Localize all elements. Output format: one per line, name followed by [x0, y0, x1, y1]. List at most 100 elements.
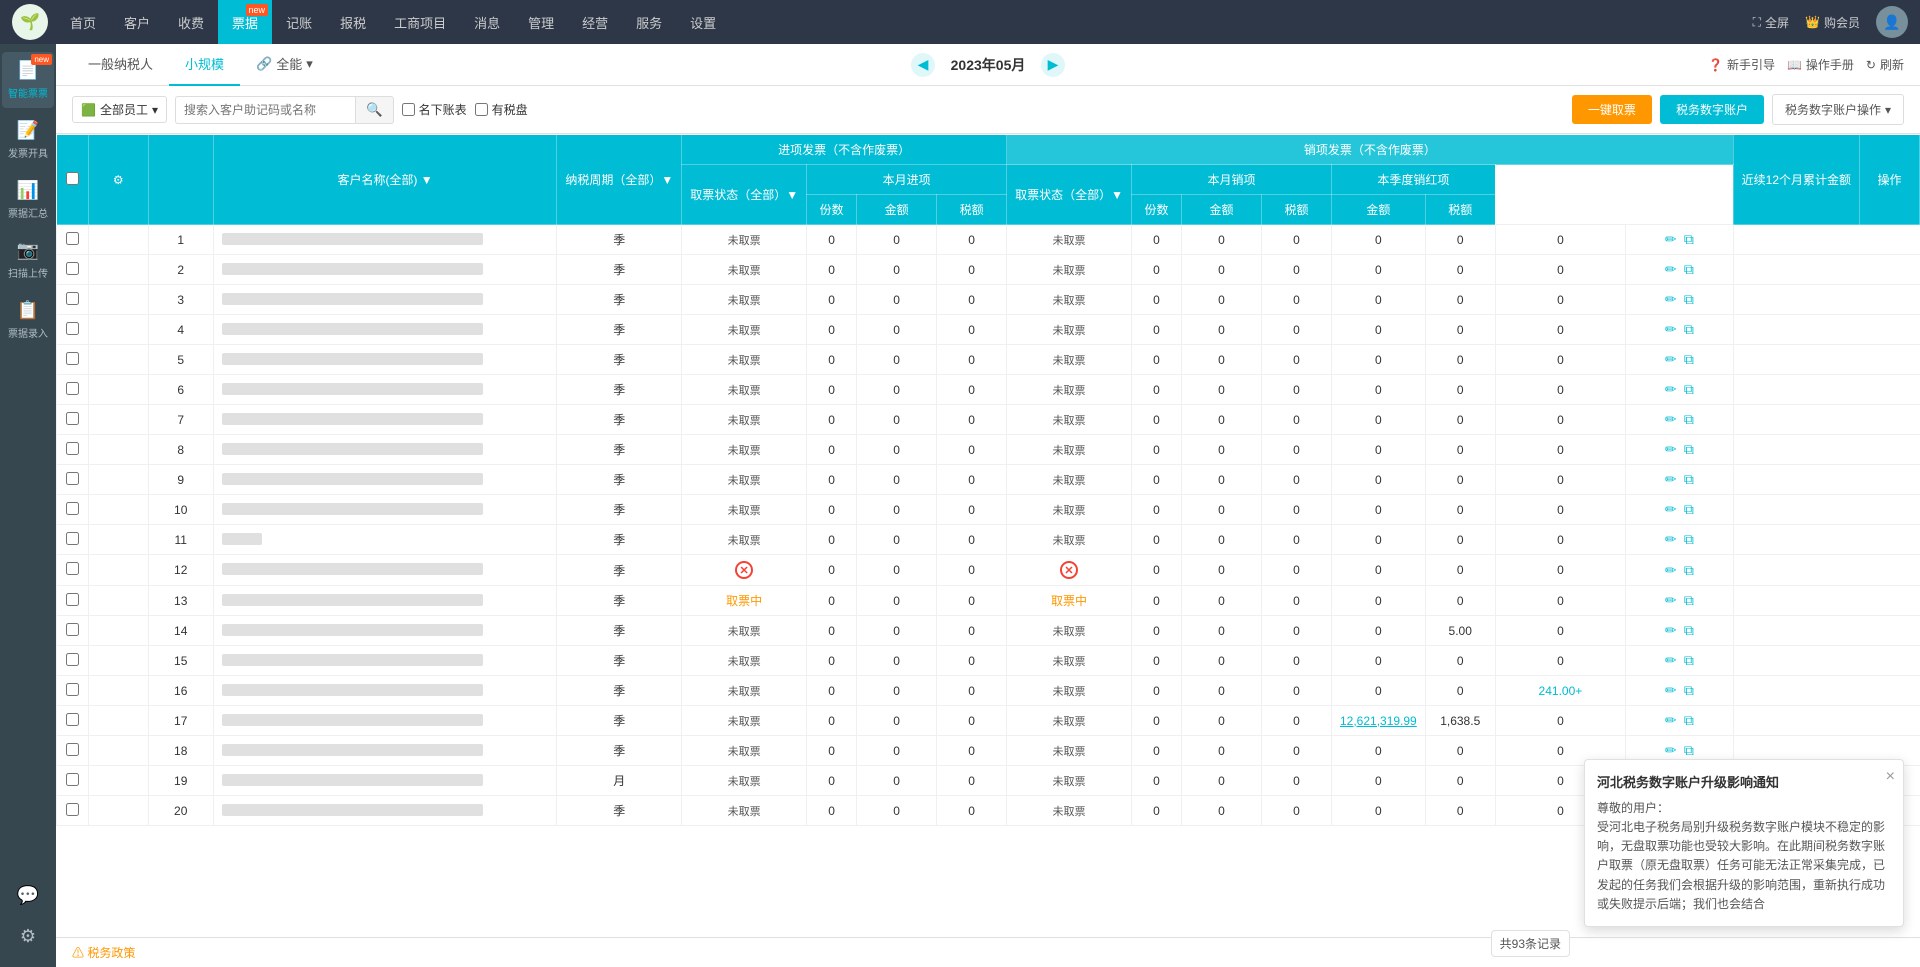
- row-checkbox[interactable]: [57, 255, 89, 285]
- sidebar-item-smart-ticket[interactable]: 📄 智能票票 new: [2, 52, 54, 108]
- sidebar-item-chat[interactable]: 💬: [2, 877, 54, 914]
- row-red-amt: 0: [1331, 616, 1425, 646]
- checkbox-account-table[interactable]: 名下账表: [402, 101, 467, 118]
- popup-close-btn[interactable]: ×: [1886, 768, 1895, 786]
- edit-icon[interactable]: ✏: [1665, 231, 1677, 247]
- edit-icon[interactable]: ✏: [1665, 381, 1677, 397]
- row-checkbox[interactable]: [57, 375, 89, 405]
- nav-tax[interactable]: 报税: [326, 0, 380, 44]
- edit-icon[interactable]: ✏: [1665, 351, 1677, 367]
- nav-operations[interactable]: 经营: [568, 0, 622, 44]
- copy-icon[interactable]: ⧉: [1684, 742, 1694, 758]
- nav-manage[interactable]: 管理: [514, 0, 568, 44]
- row-checkbox[interactable]: [57, 285, 89, 315]
- copy-icon[interactable]: ⧉: [1684, 592, 1694, 608]
- manual-btn[interactable]: 📖 操作手册: [1787, 56, 1854, 73]
- prev-month-btn[interactable]: ◀: [911, 53, 935, 77]
- row-checkbox[interactable]: [57, 315, 89, 345]
- edit-icon[interactable]: ✏: [1665, 712, 1677, 728]
- row-checkbox[interactable]: [57, 405, 89, 435]
- row-checkbox[interactable]: [57, 766, 89, 796]
- copy-icon[interactable]: ⧉: [1684, 351, 1694, 367]
- copy-icon[interactable]: ⧉: [1684, 712, 1694, 728]
- user-avatar[interactable]: 👤: [1876, 6, 1908, 38]
- copy-icon[interactable]: ⧉: [1684, 471, 1694, 487]
- sidebar-item-entry[interactable]: 📋 票据录入: [2, 292, 54, 348]
- copy-icon[interactable]: ⧉: [1684, 381, 1694, 397]
- edit-icon[interactable]: ✏: [1665, 531, 1677, 547]
- edit-icon[interactable]: ✏: [1665, 411, 1677, 427]
- new-guide-btn[interactable]: ❓ 新手引导: [1708, 56, 1775, 73]
- tax-digital-account-btn[interactable]: 税务数字账户: [1660, 95, 1764, 124]
- row-checkbox[interactable]: [57, 796, 89, 826]
- search-input[interactable]: [175, 96, 355, 124]
- nav-service[interactable]: 服务: [622, 0, 676, 44]
- edit-icon[interactable]: ✏: [1665, 501, 1677, 517]
- nav-fees[interactable]: 收费: [164, 0, 218, 44]
- table-header-row-1: ⚙ 客户名称(全部) ▼ 纳税周期（全部）▼ 进项发票（不含作废票） 销项发票（…: [57, 135, 1920, 165]
- edit-icon[interactable]: ✏: [1665, 742, 1677, 758]
- row-checkbox[interactable]: [57, 435, 89, 465]
- one-click-ticket-btn[interactable]: 一键取票: [1572, 95, 1652, 124]
- edit-icon[interactable]: ✏: [1665, 562, 1677, 578]
- tax-policy-link[interactable]: ⚠ 税务政策: [72, 944, 135, 961]
- row-checkbox[interactable]: [57, 616, 89, 646]
- nav-settings[interactable]: 设置: [676, 0, 730, 44]
- row-checkbox[interactable]: [57, 736, 89, 766]
- edit-icon[interactable]: ✏: [1665, 441, 1677, 457]
- tax-digital-ops-btn[interactable]: 税务数字账户操作 ▾: [1772, 94, 1904, 125]
- edit-icon[interactable]: ✏: [1665, 321, 1677, 337]
- copy-icon[interactable]: ⧉: [1684, 231, 1694, 247]
- sidebar-item-summary[interactable]: 📊 票据汇总: [2, 172, 54, 228]
- row-checkbox[interactable]: [57, 555, 89, 586]
- nav-business[interactable]: 工商项目: [380, 0, 460, 44]
- copy-icon[interactable]: ⧉: [1684, 682, 1694, 698]
- refresh-btn[interactable]: ↻ 刷新: [1866, 56, 1904, 73]
- nav-right-items: ⛶ 全屏 👑 购会员 👤: [1753, 6, 1908, 38]
- row-checkbox[interactable]: [57, 525, 89, 555]
- checkbox-tax-disk[interactable]: 有税盘: [475, 101, 528, 118]
- sidebar-item-scan[interactable]: 📷 扫描上传: [2, 232, 54, 288]
- next-month-btn[interactable]: ▶: [1041, 53, 1065, 77]
- copy-icon[interactable]: ⧉: [1684, 321, 1694, 337]
- copy-icon[interactable]: ⧉: [1684, 622, 1694, 638]
- select-all-checkbox[interactable]: [66, 172, 79, 185]
- sidebar-item-gear[interactable]: ⚙: [2, 918, 54, 955]
- nav-tickets[interactable]: 票据 new: [218, 0, 272, 44]
- copy-icon[interactable]: ⧉: [1684, 291, 1694, 307]
- row-checkbox[interactable]: [57, 345, 89, 375]
- nav-home[interactable]: 首页: [56, 0, 110, 44]
- copy-icon[interactable]: ⧉: [1684, 562, 1694, 578]
- edit-icon[interactable]: ✏: [1665, 682, 1677, 698]
- row-checkbox[interactable]: [57, 676, 89, 706]
- edit-icon[interactable]: ✏: [1665, 291, 1677, 307]
- nav-messages[interactable]: 消息: [460, 0, 514, 44]
- copy-icon[interactable]: ⧉: [1684, 411, 1694, 427]
- fullscreen-btn[interactable]: ⛶ 全屏: [1753, 14, 1789, 31]
- sidebar-item-invoice[interactable]: 📝 发票开具: [2, 112, 54, 168]
- copy-icon[interactable]: ⧉: [1684, 501, 1694, 517]
- edit-icon[interactable]: ✏: [1665, 592, 1677, 608]
- nav-clients[interactable]: 客户: [110, 0, 164, 44]
- tab-all[interactable]: 🔗 全能 ▾: [240, 44, 329, 86]
- edit-icon[interactable]: ✏: [1665, 471, 1677, 487]
- copy-icon[interactable]: ⧉: [1684, 531, 1694, 547]
- employee-select[interactable]: 🟩 全部员工 ▾: [72, 96, 167, 123]
- copy-icon[interactable]: ⧉: [1684, 441, 1694, 457]
- vip-btn[interactable]: 👑 购会员: [1805, 14, 1860, 31]
- edit-icon[interactable]: ✏: [1665, 652, 1677, 668]
- copy-icon[interactable]: ⧉: [1684, 652, 1694, 668]
- edit-icon[interactable]: ✏: [1665, 261, 1677, 277]
- row-checkbox[interactable]: [57, 706, 89, 736]
- row-checkbox[interactable]: [57, 646, 89, 676]
- row-checkbox[interactable]: [57, 465, 89, 495]
- edit-icon[interactable]: ✏: [1665, 622, 1677, 638]
- search-button[interactable]: 🔍: [355, 96, 394, 124]
- row-checkbox[interactable]: [57, 495, 89, 525]
- row-checkbox[interactable]: [57, 586, 89, 616]
- tab-small-scale[interactable]: 小规模: [169, 44, 240, 86]
- tab-general-taxpayer[interactable]: 一般纳税人: [72, 44, 169, 86]
- row-checkbox[interactable]: [57, 225, 89, 255]
- copy-icon[interactable]: ⧉: [1684, 261, 1694, 277]
- nav-accounting[interactable]: 记账: [272, 0, 326, 44]
